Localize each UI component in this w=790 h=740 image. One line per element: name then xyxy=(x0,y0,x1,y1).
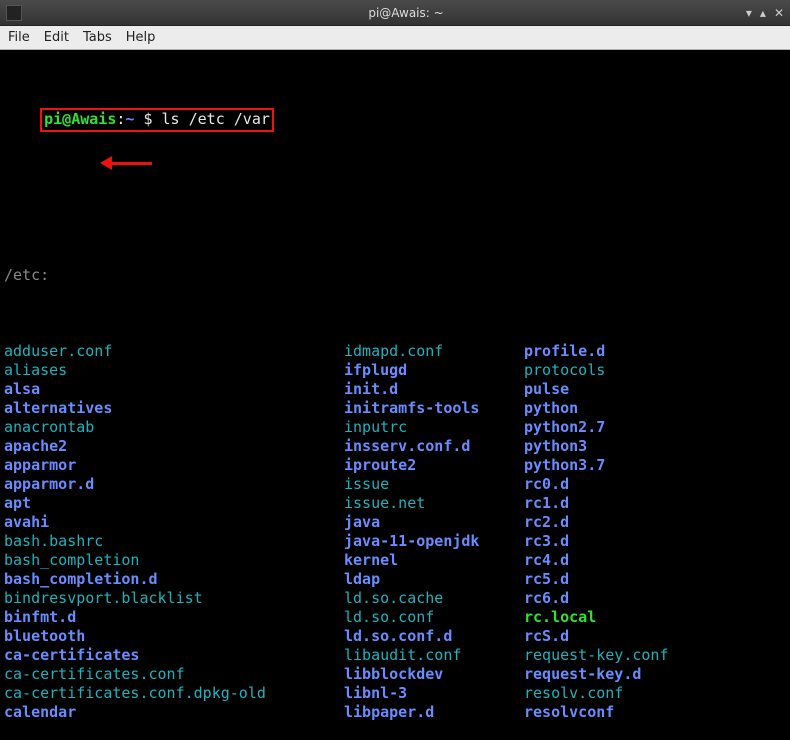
ls-entry: binfmt.d xyxy=(4,608,344,627)
menubar: File Edit Tabs Help xyxy=(0,26,790,50)
ls-entry: rc0.d xyxy=(524,475,784,494)
menu-help[interactable]: Help xyxy=(126,30,156,45)
ls-entry: rc6.d xyxy=(524,589,784,608)
ls-entry: ca-certificates.conf xyxy=(4,665,344,684)
ls-entry: request-key.d xyxy=(524,665,784,684)
ls-column-1: adduser.confaliasesalsaalternativesanacr… xyxy=(4,342,344,722)
terminal-area[interactable]: pi@Awais:~ $ ls /etc /var /etc: adduser.… xyxy=(0,50,790,552)
ls-entry: rc3.d xyxy=(524,532,784,551)
prompt-user-host: pi@Awais xyxy=(44,110,116,128)
ls-entry: python xyxy=(524,399,784,418)
ls-entry: python3 xyxy=(524,437,784,456)
window-title: pi@Awais: ~ xyxy=(22,6,790,20)
ls-entry: request-key.conf xyxy=(524,646,784,665)
prompt-highlight-box: pi@Awais:~ $ ls /etc /var xyxy=(40,108,274,132)
ls-entry: rc5.d xyxy=(524,570,784,589)
ls-entry: alsa xyxy=(4,380,344,399)
ls-entry: bash_completion.d xyxy=(4,570,344,589)
ls-entry: protocols xyxy=(524,361,784,380)
ls-entry: apparmor.d xyxy=(4,475,344,494)
ls-entry: rc.local xyxy=(524,608,784,627)
ls-entry: python2.7 xyxy=(524,418,784,437)
ls-entry: initramfs-tools xyxy=(344,399,524,418)
ls-entry: ld.so.cache xyxy=(344,589,524,608)
ls-entry: issue xyxy=(344,475,524,494)
ls-entry: resolvconf xyxy=(524,703,784,722)
ls-entry: apparmor xyxy=(4,456,344,475)
ls-column-3: profile.dprotocolspulsepythonpython2.7py… xyxy=(524,342,784,722)
ls-entry: alternatives xyxy=(4,399,344,418)
ls-entry: ca-certificates.conf.dpkg-old xyxy=(4,684,344,703)
ls-entry: java xyxy=(344,513,524,532)
maximize-button[interactable]: ▴ xyxy=(760,6,766,20)
ls-column-2: idmapd.confifplugdinit.dinitramfs-toolsi… xyxy=(344,342,524,722)
menu-file[interactable]: File xyxy=(8,30,30,45)
ls-entry: init.d xyxy=(344,380,524,399)
ls-entry: aliases xyxy=(4,361,344,380)
annotation-arrow xyxy=(46,135,152,191)
ls-entry: bindresvport.blacklist xyxy=(4,589,344,608)
ls-entry: libpaper.d xyxy=(344,703,524,722)
ls-entry: apt xyxy=(4,494,344,513)
app-icon xyxy=(6,5,22,21)
ls-entry: idmapd.conf xyxy=(344,342,524,361)
ls-output: adduser.confaliasesalsaalternativesanacr… xyxy=(4,342,786,722)
ls-entry: ca-certificates xyxy=(4,646,344,665)
ls-entry: avahi xyxy=(4,513,344,532)
ls-entry: libblockdev xyxy=(344,665,524,684)
ls-entry: ifplugd xyxy=(344,361,524,380)
ls-entry: rcS.d xyxy=(524,627,784,646)
ls-entry: ldap xyxy=(344,570,524,589)
menu-edit[interactable]: Edit xyxy=(44,30,69,45)
ls-entry: issue.net xyxy=(344,494,524,513)
ls-entry: profile.d xyxy=(524,342,784,361)
ls-entry: rc2.d xyxy=(524,513,784,532)
ls-entry: adduser.conf xyxy=(4,342,344,361)
ls-entry: rc1.d xyxy=(524,494,784,513)
menu-tabs[interactable]: Tabs xyxy=(83,30,112,45)
ls-entry: kernel xyxy=(344,551,524,570)
ls-entry: iproute2 xyxy=(344,456,524,475)
ls-entry: insserv.conf.d xyxy=(344,437,524,456)
ls-entry: bash_completion xyxy=(4,551,344,570)
ls-entry: bash.bashrc xyxy=(4,532,344,551)
ls-entry: rc4.d xyxy=(524,551,784,570)
prompt-command: ls /etc /var xyxy=(162,110,270,128)
ls-entry: calendar xyxy=(4,703,344,722)
prompt-sep2: $ xyxy=(134,110,161,128)
ls-entry: bluetooth xyxy=(4,627,344,646)
minimize-button[interactable]: ▾ xyxy=(746,6,752,20)
ls-entry: libnl-3 xyxy=(344,684,524,703)
ls-entry: ld.so.conf xyxy=(344,608,524,627)
ls-entry: anacrontab xyxy=(4,418,344,437)
ls-entry: python3.7 xyxy=(524,456,784,475)
ls-entry: pulse xyxy=(524,380,784,399)
titlebar: pi@Awais: ~ ▾ ▴ ✕ xyxy=(0,0,790,26)
ls-entry: java-11-openjdk xyxy=(344,532,524,551)
ls-entry: libaudit.conf xyxy=(344,646,524,665)
ls-entry: ld.so.conf.d xyxy=(344,627,524,646)
ls-entry: apache2 xyxy=(4,437,344,456)
ls-heading: /etc: xyxy=(4,266,786,285)
ls-entry: inputrc xyxy=(344,418,524,437)
close-button[interactable]: ✕ xyxy=(774,6,784,20)
ls-entry: resolv.conf xyxy=(524,684,784,703)
